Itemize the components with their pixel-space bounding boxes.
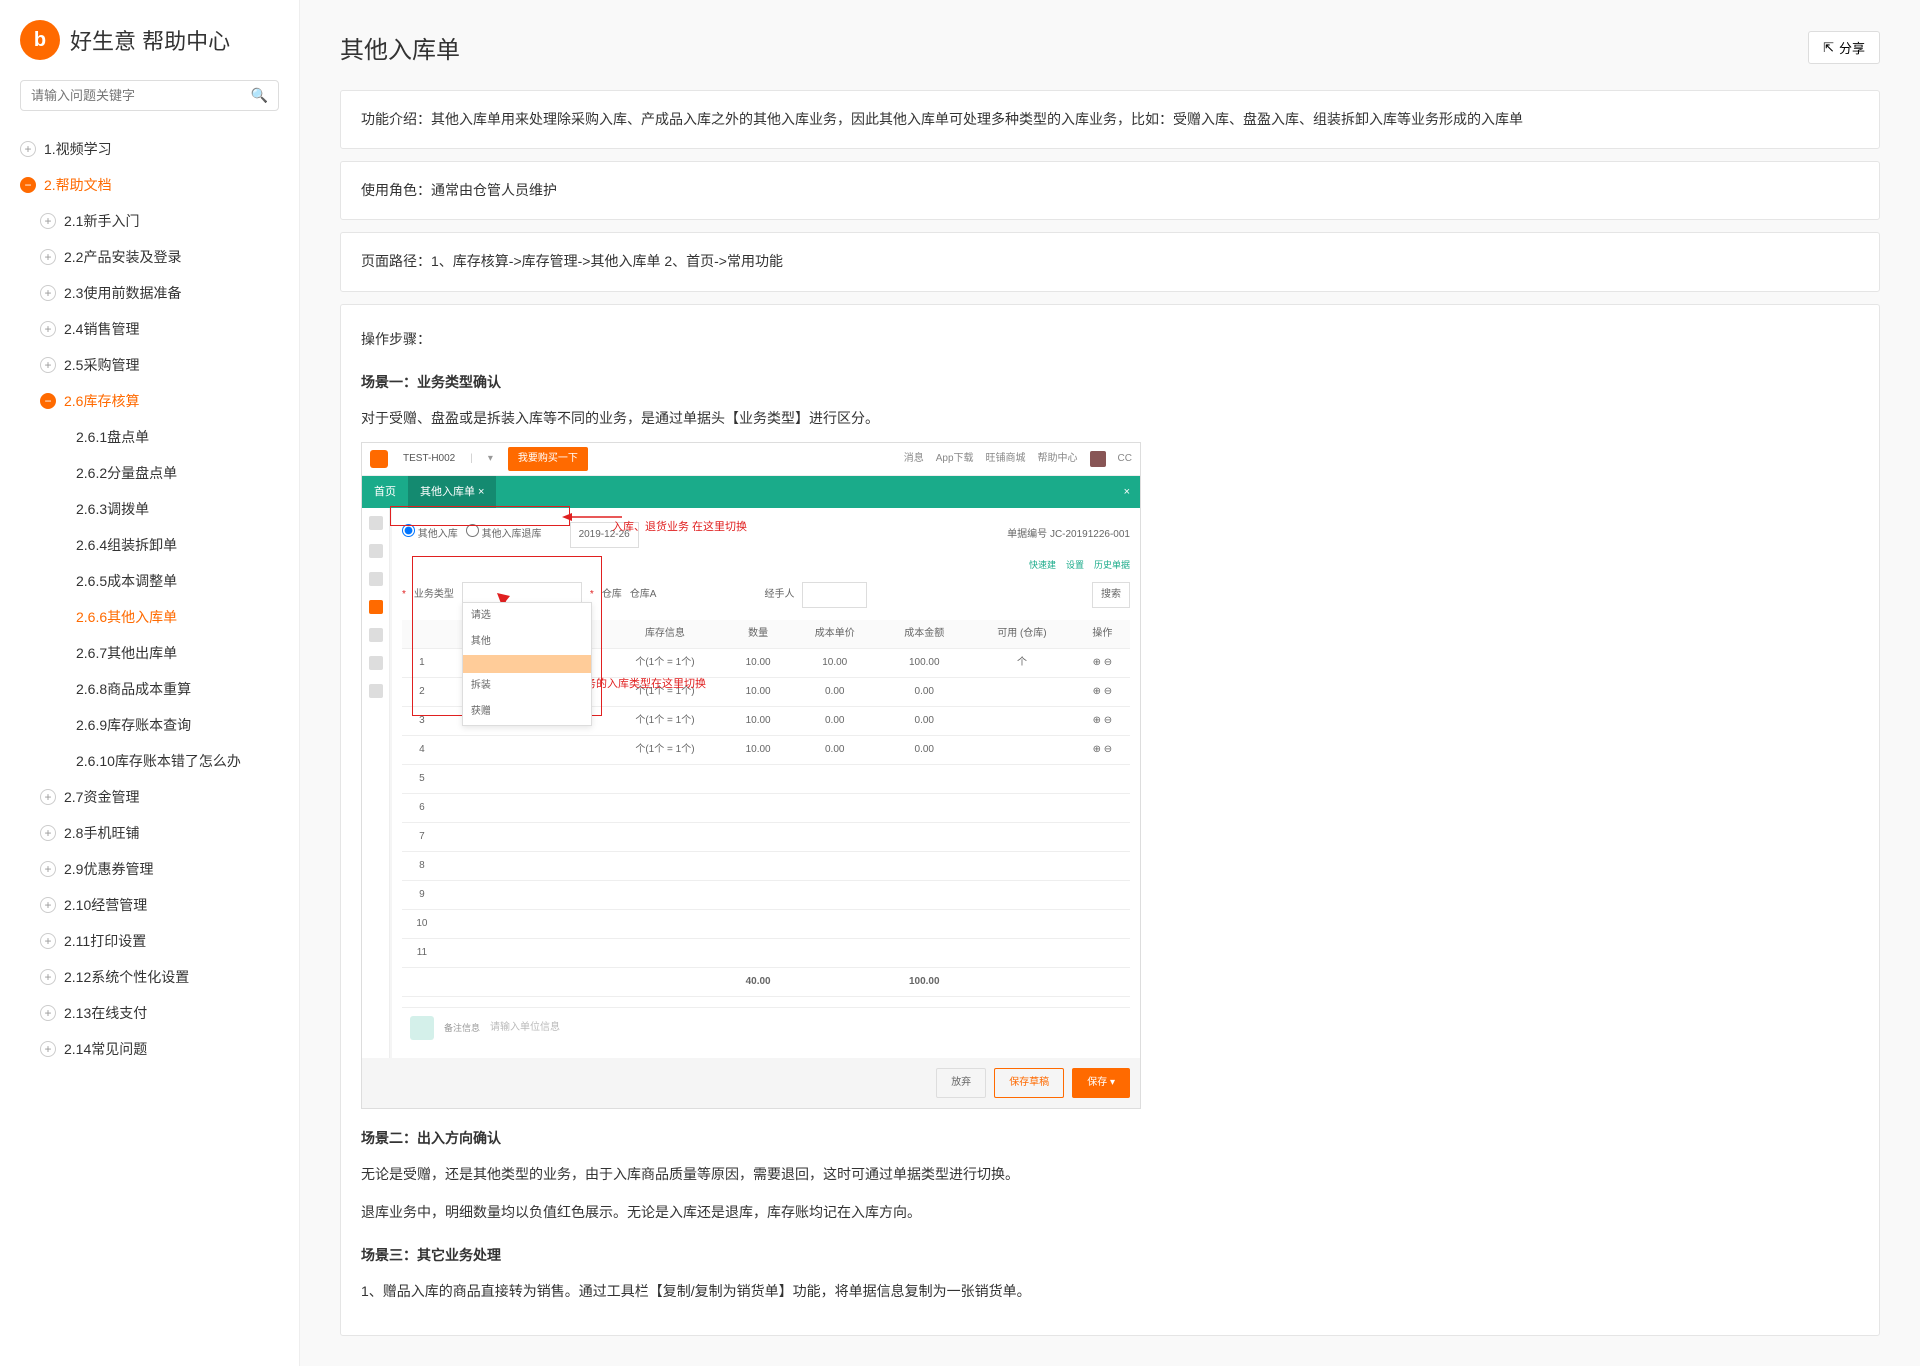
- ss-cancel-button: 放弃: [936, 1068, 986, 1098]
- page-title: 其他入库单: [340, 30, 460, 65]
- nav-item-2-6-4[interactable]: 2.6.4组装拆卸单: [20, 527, 279, 563]
- ss-tab-doc: 其他入库单 ×: [408, 476, 496, 508]
- plus-icon: +: [40, 969, 56, 985]
- steps-label: 操作步骤：: [361, 325, 1859, 353]
- share-icon: ⇱: [1823, 40, 1834, 56]
- nav-item-2-6-6[interactable]: 2.6.6其他入库单: [20, 599, 279, 635]
- plus-icon: +: [40, 357, 56, 373]
- main-content: 其他入库单 ⇱ 分享 功能介绍：其他入库单用来处理除采购入库、产成品入库之外的其…: [300, 0, 1920, 1366]
- nav-item-video[interactable]: +1.视频学习: [20, 131, 279, 167]
- minus-icon: −: [40, 393, 56, 409]
- scene3-title: 场景三：其它业务处理: [361, 1241, 1859, 1269]
- ss-tab-home: 首页: [362, 476, 408, 508]
- role-label: 使用角色：: [361, 182, 431, 198]
- ss-avatar-icon: [1090, 451, 1106, 467]
- nav-item-2-6-3[interactable]: 2.6.3调拨单: [20, 491, 279, 527]
- nav-item-2-3[interactable]: +2.3使用前数据准备: [20, 275, 279, 311]
- plus-icon: +: [40, 789, 56, 805]
- plus-icon: +: [40, 825, 56, 841]
- path-label: 页面路径：: [361, 253, 431, 269]
- intro-text: 其他入库单用来处理除采购入库、产成品入库之外的其他入库业务，因此其他入库单可处理…: [431, 111, 1523, 127]
- ss-save-button: 保存 ▾: [1072, 1068, 1130, 1098]
- ss-left-nav: [362, 508, 390, 1058]
- scene3-p1: 1、赠品入库的商品直接转为销售。通过工具栏【复制/复制为销货单】功能，将单据信息…: [361, 1277, 1859, 1305]
- intro-label: 功能介绍：: [361, 111, 431, 127]
- plus-icon: +: [40, 321, 56, 337]
- search-box[interactable]: 🔍: [20, 80, 279, 111]
- screenshot-1: TEST-H002 | ▾ 我要购买一下 消息 App下载 旺铺商城 帮助中心 …: [361, 442, 1141, 1109]
- nav-item-2-6-8[interactable]: 2.6.8商品成本重算: [20, 671, 279, 707]
- scene1-text: 对于受赠、盘盈或是拆装入库等不同的业务，是通过单据头【业务类型】进行区分。: [361, 404, 1859, 432]
- plus-icon: +: [40, 213, 56, 229]
- nav-item-2-14[interactable]: +2.14常见问题: [20, 1031, 279, 1067]
- nav-item-2-9[interactable]: +2.9优惠券管理: [20, 851, 279, 887]
- nav-item-2-6-9[interactable]: 2.6.9库存账本查询: [20, 707, 279, 743]
- role-box: 使用角色：通常由仓管人员维护: [340, 161, 1880, 220]
- role-text: 通常由仓管人员维护: [431, 182, 557, 198]
- nav-item-2-6-5[interactable]: 2.6.5成本调整单: [20, 563, 279, 599]
- sidebar: b 好生意 帮助中心 🔍 +1.视频学习 −2.帮助文档 +2.1新手入门 +2…: [0, 0, 300, 1366]
- nav-item-2-13[interactable]: +2.13在线支付: [20, 995, 279, 1031]
- nav-item-2-7[interactable]: +2.7资金管理: [20, 779, 279, 815]
- path-text: 1、库存核算->库存管理->其他入库单 2、首页->常用功能: [431, 253, 783, 269]
- minus-icon: −: [20, 177, 36, 193]
- scene2-p1: 无论是受赠，还是其他类型的业务，由于入库商品质量等原因，需要退回，这时可通过单据…: [361, 1160, 1859, 1188]
- nav-item-2-8[interactable]: +2.8手机旺铺: [20, 815, 279, 851]
- plus-icon: +: [40, 897, 56, 913]
- nav-item-docs[interactable]: −2.帮助文档: [20, 167, 279, 203]
- nav-item-2-11[interactable]: +2.11打印设置: [20, 923, 279, 959]
- nav-item-2-10[interactable]: +2.10经营管理: [20, 887, 279, 923]
- nav-item-2-6[interactable]: −2.6库存核算: [20, 383, 279, 419]
- ss-logo-icon: [370, 450, 388, 468]
- plus-icon: +: [20, 141, 36, 157]
- plus-icon: +: [40, 249, 56, 265]
- search-input[interactable]: [31, 88, 251, 103]
- nav-item-2-4[interactable]: +2.4销售管理: [20, 311, 279, 347]
- nav-item-2-5[interactable]: +2.5采购管理: [20, 347, 279, 383]
- plus-icon: +: [40, 933, 56, 949]
- scene1-title: 场景一：业务类型确认: [361, 368, 1859, 396]
- logo[interactable]: b 好生意 帮助中心: [20, 20, 279, 60]
- logo-text: 好生意 帮助中心: [70, 24, 230, 56]
- nav-item-2-6-2[interactable]: 2.6.2分量盘点单: [20, 455, 279, 491]
- plus-icon: +: [40, 285, 56, 301]
- search-icon[interactable]: 🔍: [251, 87, 268, 104]
- ss-draft-button: 保存草稿: [994, 1068, 1064, 1098]
- content-body: 操作步骤： 场景一：业务类型确认 对于受赠、盘盈或是拆装入库等不同的业务，是通过…: [340, 304, 1880, 1336]
- nav-tree: +1.视频学习 −2.帮助文档 +2.1新手入门 +2.2产品安装及登录 +2.…: [20, 131, 279, 1067]
- intro-box: 功能介绍：其他入库单用来处理除采购入库、产成品入库之外的其他入库业务，因此其他入…: [340, 90, 1880, 149]
- scene2-title: 场景二：出入方向确认: [361, 1124, 1859, 1152]
- nav-item-2-12[interactable]: +2.12系统个性化设置: [20, 959, 279, 995]
- plus-icon: +: [40, 861, 56, 877]
- plus-icon: +: [40, 1005, 56, 1021]
- ss-annotation-1: 入库、退货业务 在这里切换: [612, 516, 747, 538]
- logo-icon: b: [20, 20, 60, 60]
- nav-item-2-6-10[interactable]: 2.6.10库存账本错了怎么办: [20, 743, 279, 779]
- nav-item-2-1[interactable]: +2.1新手入门: [20, 203, 279, 239]
- nav-item-2-6-7[interactable]: 2.6.7其他出库单: [20, 635, 279, 671]
- ss-remark-icon: [410, 1016, 434, 1040]
- path-box: 页面路径：1、库存核算->库存管理->其他入库单 2、首页->常用功能: [340, 232, 1880, 291]
- nav-item-2-6-1[interactable]: 2.6.1盘点单: [20, 419, 279, 455]
- plus-icon: +: [40, 1041, 56, 1057]
- nav-item-2-2[interactable]: +2.2产品安装及登录: [20, 239, 279, 275]
- share-button[interactable]: ⇱ 分享: [1808, 31, 1880, 64]
- ss-buy-button: 我要购买一下: [508, 447, 588, 471]
- scene2-p2: 退库业务中，明细数量均以负值红色展示。无论是入库还是退库，库存账均记在入库方向。: [361, 1198, 1859, 1226]
